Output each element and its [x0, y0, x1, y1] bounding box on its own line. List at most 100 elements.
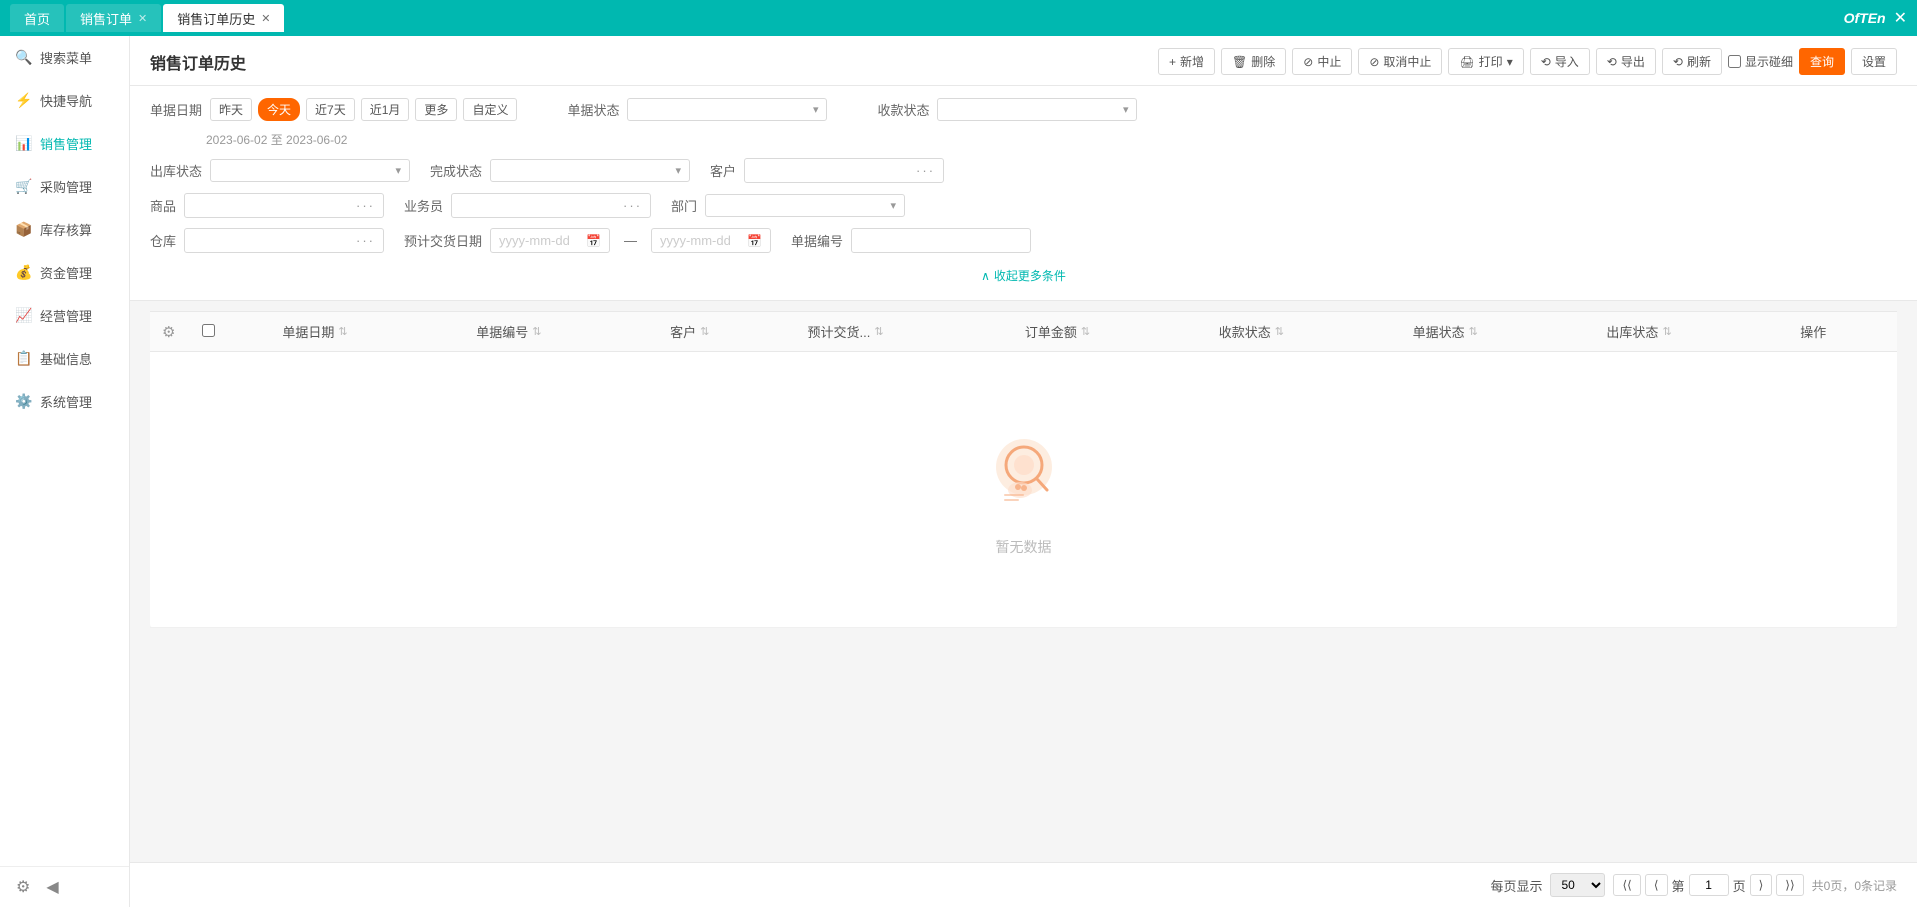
page-nav: ⟨⟨ ⟨ 第 页 ⟩ ⟩⟩ [1613, 874, 1803, 896]
th-order-amount[interactable]: 订单金额 ⇅ [1013, 312, 1207, 352]
new-button[interactable]: + 新增 [1158, 48, 1215, 75]
department-select[interactable]: ▾ [705, 194, 905, 217]
print-button[interactable]: 🖨 打印 ▾ [1448, 48, 1523, 75]
sidebar-item-capital-mgmt[interactable]: 💰 资金管理 [0, 251, 129, 294]
tab-home-label: 首页 [24, 9, 50, 28]
sidebar-bottom: ⚙ ◀ [0, 866, 129, 907]
query-button[interactable]: 查询 [1799, 48, 1845, 75]
th-customer[interactable]: 客户 ⇅ [658, 312, 795, 352]
complete-status-chevron: ▾ [676, 164, 682, 177]
sidebar-item-quick-nav[interactable]: ⚡ 快捷导航 [0, 79, 129, 122]
th-bill-date-label: 单据日期 [282, 322, 334, 341]
th-bill-date[interactable]: 单据日期 ⇅ [270, 312, 464, 352]
calendar-start-icon: 📅 [586, 234, 601, 248]
page-prev-btn[interactable]: ⟨ [1645, 874, 1668, 896]
date-btn-more[interactable]: 更多 [415, 98, 457, 121]
table-settings-icon[interactable]: ⚙ [162, 324, 175, 341]
sidebar-quick-nav-label: 快捷导航 [40, 91, 92, 110]
th-bill-status[interactable]: 单据状态 ⇅ [1401, 312, 1595, 352]
filter-area: 单据日期 昨天 今天 近7天 近1月 更多 自定义 单据状态 ▾ [130, 86, 1917, 301]
refresh-button[interactable]: ⟲ 刷新 [1662, 48, 1722, 75]
goods-dots[interactable]: ··· [356, 198, 375, 213]
sidebar-operations-mgmt-label: 经营管理 [40, 306, 92, 325]
page-first-btn[interactable]: ⟨⟨ [1613, 874, 1640, 896]
date-label: 单据日期 [150, 100, 202, 119]
search-menu-icon: 🔍 [16, 50, 32, 66]
filter-bill-status: 单据状态 ▾ [567, 98, 827, 121]
sort-order-amount-icon: ⇅ [1081, 325, 1090, 338]
bill-status-select[interactable]: ▾ [627, 98, 827, 121]
collapse-row[interactable]: ∧ 收起更多条件 [150, 263, 1897, 288]
th-expected-delivery[interactable]: 预计交货... ⇅ [795, 312, 1012, 352]
page-number-input[interactable] [1689, 874, 1729, 896]
print-chevron: ▾ [1507, 55, 1513, 69]
goods-select[interactable]: ··· [184, 193, 384, 218]
cancel-stop-button[interactable]: ⊘ 取消中止 [1358, 48, 1442, 75]
customer-select[interactable]: ··· [744, 158, 944, 183]
select-all-checkbox[interactable] [202, 324, 215, 337]
page-header: 销售订单历史 + 新增 🗑 删除 ⊘ 中止 ⊘ [130, 36, 1917, 86]
date-btn-yesterday[interactable]: 昨天 [210, 98, 252, 121]
sidebar-item-search-menu[interactable]: 🔍 搜索菜单 [0, 36, 129, 79]
filter-date-item: 单据日期 昨天 今天 近7天 近1月 更多 自定义 [150, 98, 517, 121]
tab-home[interactable]: 首页 [10, 4, 64, 32]
expected-delivery-start-input[interactable]: yyyy-mm-dd 📅 [490, 228, 610, 253]
stop-button[interactable]: ⊘ 中止 [1292, 48, 1352, 75]
salesperson-label: 业务员 [404, 196, 443, 215]
date-btn-custom[interactable]: 自定义 [463, 98, 517, 121]
sidebar-item-sales-mgmt[interactable]: 📊 销售管理 [0, 122, 129, 165]
import-button[interactable]: ⟲ 导入 [1530, 48, 1590, 75]
warehouse-status-select[interactable]: ▾ [210, 159, 410, 182]
customer-dots[interactable]: ··· [916, 163, 935, 178]
page-last-btn[interactable]: ⟩⟩ [1776, 874, 1803, 896]
page-num-prefix: 第 [1672, 876, 1685, 895]
date-btn-today[interactable]: 今天 [258, 98, 300, 121]
sidebar-settings-icon[interactable]: ⚙ [16, 877, 30, 897]
warehouse-dots[interactable]: ··· [356, 233, 375, 248]
sidebar-item-operations-mgmt[interactable]: 📈 经营管理 [0, 294, 129, 337]
sidebar-collapse-icon[interactable]: ◀ [46, 877, 58, 897]
dense-display-checkbox[interactable] [1728, 55, 1741, 68]
page-next-btn[interactable]: ⟩ [1750, 874, 1773, 896]
th-receipt-status[interactable]: 收款状态 ⇅ [1207, 312, 1401, 352]
expected-delivery-end-input[interactable]: yyyy-mm-dd 📅 [651, 228, 771, 253]
sidebar-item-basic-info[interactable]: 📋 基础信息 [0, 337, 129, 380]
stop-label: 中止 [1317, 53, 1341, 70]
settings-label: 设置 [1862, 53, 1886, 70]
bill-number-input[interactable] [851, 228, 1031, 253]
warehouse-status-chevron: ▾ [395, 164, 401, 177]
warehouse-select[interactable]: ··· [184, 228, 384, 253]
sidebar-item-purchase-mgmt[interactable]: 🛒 采购管理 [0, 165, 129, 208]
sidebar-item-system-mgmt[interactable]: ⚙️ 系统管理 [0, 380, 129, 423]
print-label: 打印 [1479, 53, 1503, 70]
per-page-select[interactable]: 20 50 100 [1550, 873, 1605, 897]
date-btn-7days[interactable]: 近7天 [306, 98, 355, 121]
complete-status-select[interactable]: ▾ [490, 159, 690, 182]
delete-button[interactable]: 🗑 删除 [1221, 48, 1286, 75]
th-checkbox [190, 312, 270, 352]
date-range-text: 2023-06-02 至 2023-06-02 [206, 131, 347, 148]
sidebar-item-inventory-calc[interactable]: 📦 库存核算 [0, 208, 129, 251]
tab-sales-order-history-close[interactable]: ✕ [261, 12, 270, 25]
settings-button[interactable]: 设置 [1851, 48, 1897, 75]
tab-sales-order[interactable]: 销售订单 ✕ [66, 4, 161, 32]
th-warehouse-status-label: 出库状态 [1606, 322, 1658, 341]
salesperson-dots[interactable]: ··· [623, 198, 642, 213]
th-warehouse-status[interactable]: 出库状态 ⇅ [1594, 312, 1788, 352]
quick-nav-icon: ⚡ [16, 93, 32, 109]
salesperson-select[interactable]: ··· [451, 193, 651, 218]
tab-sales-order-close[interactable]: ✕ [138, 12, 147, 25]
topbar-window-close[interactable]: ✕ [1894, 8, 1907, 28]
expected-delivery-label: 预计交货日期 [404, 231, 482, 250]
delete-icon: 🗑 [1232, 55, 1247, 69]
th-customer-label: 客户 [670, 322, 696, 341]
calendar-end-icon: 📅 [747, 234, 762, 248]
th-bill-number[interactable]: 单据编号 ⇅ [464, 312, 658, 352]
dense-display-toggle[interactable]: 显示碰细 [1728, 53, 1793, 70]
export-button[interactable]: ⟲ 导出 [1596, 48, 1656, 75]
receipt-status-select[interactable]: ▾ [937, 98, 1137, 121]
table-header-row: ⚙ 单据日期 ⇅ 单据编号 [150, 312, 1897, 352]
tab-sales-order-history[interactable]: 销售订单历史 ✕ [163, 4, 284, 32]
empty-text: 暂无数据 [996, 537, 1052, 557]
date-btn-1month[interactable]: 近1月 [361, 98, 410, 121]
